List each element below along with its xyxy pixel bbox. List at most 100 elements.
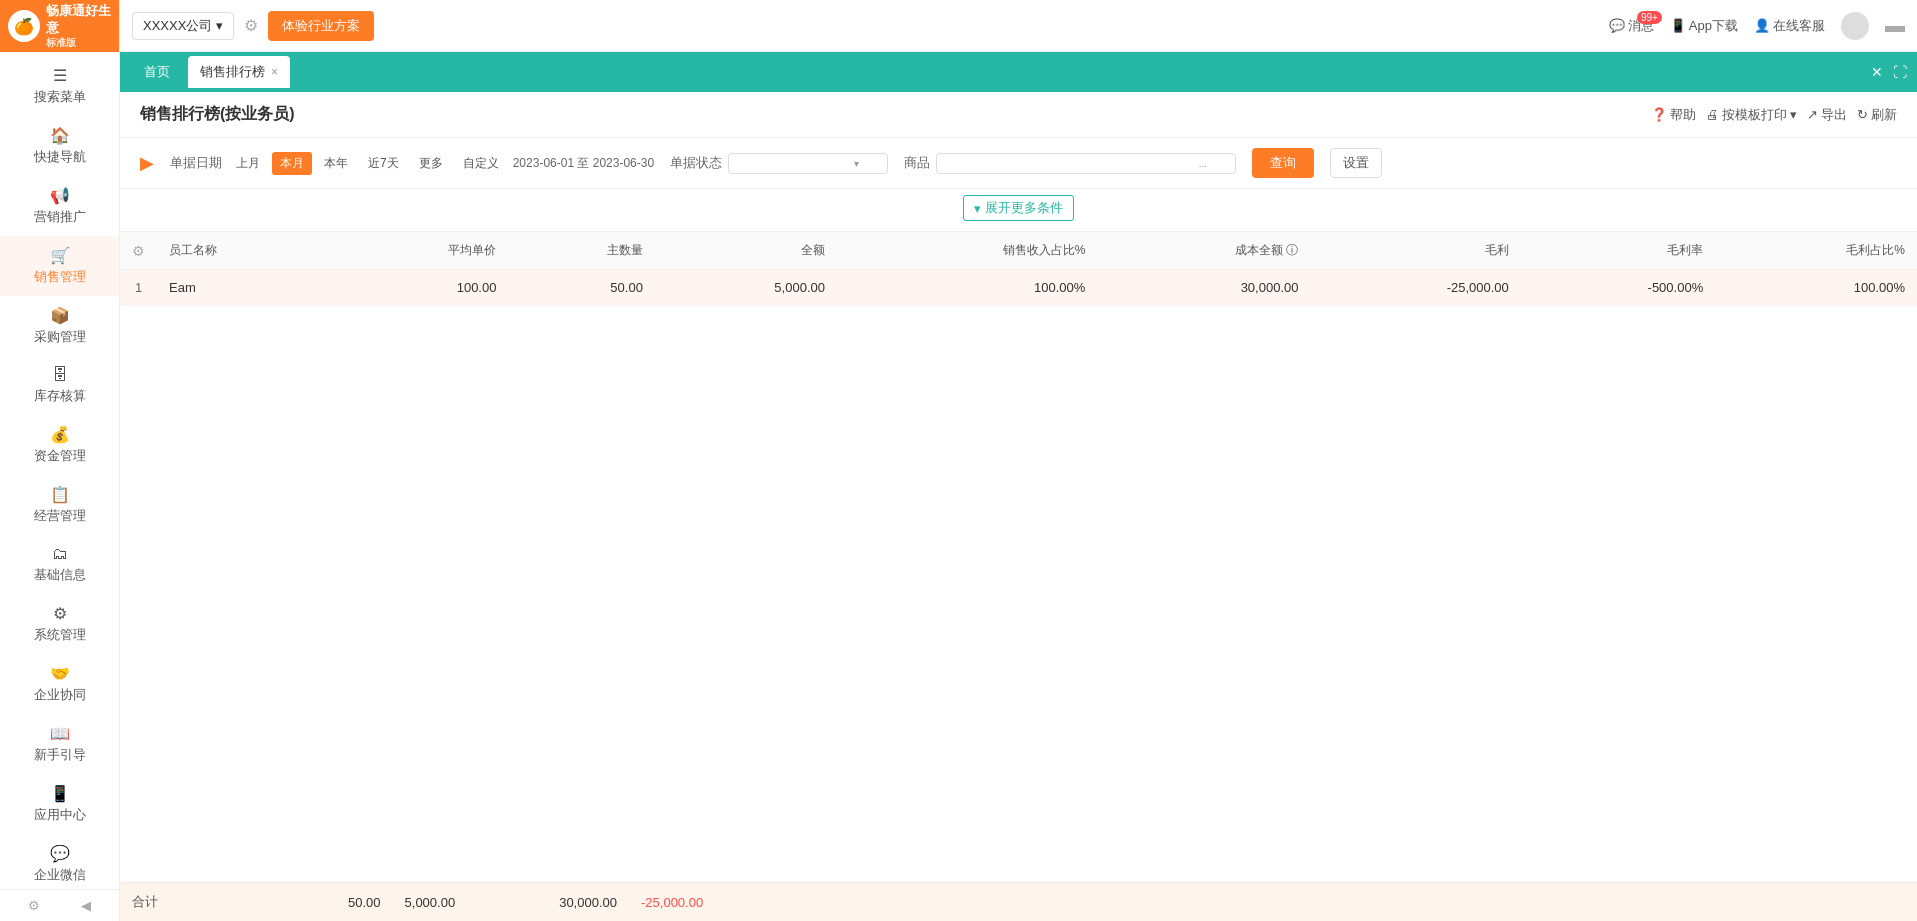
status-select[interactable]: ▾	[728, 153, 888, 174]
page-actions: ❓ 帮助 🖨 按模板打印 ▾ ↗ 导出 ↻ 刷新	[1651, 106, 1897, 136]
sidebar-item-wechat[interactable]: 💬 企业微信	[0, 834, 119, 889]
company-select[interactable]: XXXXX公司 ▾	[132, 12, 234, 40]
date-tab-custom[interactable]: 自定义	[455, 152, 507, 175]
sidebar-item-finance[interactable]: 💰 资金管理	[0, 415, 119, 475]
sidebar-item-label: 企业微信	[34, 866, 86, 884]
data-table: ⚙ 员工名称 平均单价 主数量 全额 销售收入占比% 成本全额 ⓘ 毛利 毛利率…	[120, 232, 1917, 306]
top-right: 💬 消息 99+ 📱 App下载 👤 在线客服 ▬	[1609, 12, 1905, 40]
settings-button[interactable]: 设置	[1330, 148, 1382, 178]
sidebar-item-enterprise[interactable]: 🤝 企业协同	[0, 654, 119, 714]
query-button[interactable]: 查询	[1252, 148, 1314, 178]
refresh-icon: ↻	[1857, 107, 1868, 122]
marketing-icon: 📢	[50, 186, 70, 205]
app-sub: 标准版	[46, 36, 111, 49]
finance-icon: 💰	[50, 425, 70, 444]
th-sales-ratio: 销售收入占比%	[837, 232, 1097, 270]
message-button[interactable]: 💬 消息 99+	[1609, 17, 1654, 35]
date-range-label: 2023-06-01 至 2023-06-30	[513, 155, 654, 172]
content-area: 销售排行榜(按业务员) ❓ 帮助 🖨 按模板打印 ▾ ↗ 导出 ↻ 刷新	[120, 92, 1917, 921]
refresh-button[interactable]: ↻ 刷新	[1857, 106, 1897, 124]
sidebar: 🍊 畅康通好生意 标准版 ☰ 搜索菜单 🏠 快捷导航 📢 营销推广 🛒 销售管理…	[0, 0, 120, 921]
expand-icon: ▾	[974, 201, 981, 216]
cell-rank: 1	[120, 270, 157, 306]
sales-icon: 🛒	[50, 246, 70, 265]
th-amount: 全额	[655, 232, 837, 270]
top-bar: XXXXX公司 ▾ ⚙ 体验行业方案 💬 消息 99+ 📱 App下载 👤 在线…	[120, 0, 1917, 52]
sidebar-collapse-icon[interactable]: ◀	[81, 898, 91, 913]
cell-profit-ratio: 100.00%	[1715, 270, 1917, 306]
tab-home[interactable]: 首页	[130, 52, 184, 92]
sidebar-item-inventory[interactable]: 🗄 库存核算	[0, 356, 119, 415]
sidebar-item-system[interactable]: ⚙ 系统管理	[0, 594, 119, 654]
enterprise-icon: 🤝	[50, 664, 70, 683]
service-icon: 👤	[1754, 18, 1770, 33]
guide-icon: 📖	[50, 724, 70, 743]
tab-label: 销售排行榜	[200, 63, 265, 81]
basic-icon: 🗂	[52, 545, 68, 563]
date-tab-this-month[interactable]: 本月	[272, 152, 312, 175]
date-tab-last-month[interactable]: 上月	[228, 152, 268, 175]
online-service-btn[interactable]: 👤 在线客服	[1754, 17, 1825, 35]
tab-sales-ranking[interactable]: 销售排行榜 ×	[188, 56, 290, 88]
close-window-icon[interactable]: ✕	[1871, 64, 1883, 80]
sidebar-item-operations[interactable]: 📋 经营管理	[0, 475, 119, 535]
sidebar-item-sales[interactable]: 🛒 销售管理	[0, 236, 119, 296]
cell-qty: 50.00	[508, 270, 654, 306]
status-filter-label: 单据状态	[670, 154, 722, 172]
avatar[interactable]	[1841, 12, 1869, 40]
sidebar-item-guide[interactable]: 📖 新手引导	[0, 714, 119, 774]
table-header-row: ⚙ 员工名称 平均单价 主数量 全额 销售收入占比% 成本全额 ⓘ 毛利 毛利率…	[120, 232, 1917, 270]
column-settings-icon[interactable]: ⚙	[132, 243, 145, 259]
sidebar-item-shortcut[interactable]: 🏠 快捷导航	[0, 116, 119, 176]
status-filter: 单据状态 ▾	[670, 153, 888, 174]
app-logo: 🍊 畅康通好生意 标准版	[0, 0, 119, 52]
company-name: XXXXX公司	[143, 17, 212, 35]
app-download-label: App下载	[1689, 17, 1738, 35]
maximize-icon[interactable]: ⛶	[1893, 64, 1907, 80]
filter-bar: ▶ 单据日期 上月 本月 本年 近7天 更多 自定义 2023-06-01 至 …	[120, 138, 1917, 189]
print-button[interactable]: 🖨 按模板打印 ▾	[1706, 106, 1797, 124]
goods-chevron-icon: ...	[1199, 158, 1207, 169]
sidebar-item-label: 搜索菜单	[34, 88, 86, 106]
table-container: ⚙ 员工名称 平均单价 主数量 全额 销售收入占比% 成本全额 ⓘ 毛利 毛利率…	[120, 232, 1917, 882]
date-tab-7days[interactable]: 近7天	[360, 152, 407, 175]
cell-profit: -25,000.00	[1310, 270, 1520, 306]
logo-icon: 🍊	[8, 10, 40, 42]
sidebar-item-label: 营销推广	[34, 208, 86, 226]
filter-expand-row: ▾ 展开更多条件	[120, 189, 1917, 232]
date-tab-this-year[interactable]: 本年	[316, 152, 356, 175]
sidebar-nav: ☰ 搜索菜单 🏠 快捷导航 📢 营销推广 🛒 销售管理 📦 采购管理 🗄 库存核…	[0, 52, 119, 889]
sidebar-item-search[interactable]: ☰ 搜索菜单	[0, 56, 119, 116]
sidebar-item-label: 资金管理	[34, 447, 86, 465]
tab-close-icon[interactable]: ×	[271, 65, 278, 79]
sidebar-item-basic[interactable]: 🗂 基础信息	[0, 535, 119, 594]
expand-conditions-button[interactable]: ▾ 展开更多条件	[963, 195, 1074, 221]
sidebar-item-label: 应用中心	[34, 806, 86, 824]
app-download-btn[interactable]: 📱 App下载	[1670, 17, 1738, 35]
sidebar-settings-icon[interactable]: ⚙	[28, 898, 40, 913]
th-profit: 毛利	[1310, 232, 1520, 270]
industry-btn[interactable]: 体验行业方案	[268, 11, 374, 41]
footer-cost: 30,000.00	[547, 895, 629, 910]
main-area: XXXXX公司 ▾ ⚙ 体验行业方案 💬 消息 99+ 📱 App下载 👤 在线…	[120, 0, 1917, 921]
cell-profit-rate: -500.00%	[1521, 270, 1715, 306]
sidebar-item-purchase[interactable]: 📦 采购管理	[0, 296, 119, 356]
footer-total-label: 合计	[132, 893, 312, 911]
page-title: 销售排行榜(按业务员)	[140, 104, 295, 137]
home-icon: 🏠	[50, 126, 70, 145]
date-tab-more[interactable]: 更多	[411, 152, 451, 175]
sidebar-item-apps[interactable]: 📱 应用中心	[0, 774, 119, 834]
apps-icon: 📱	[50, 784, 70, 803]
goods-filter-label: 商品	[904, 154, 930, 172]
cell-avg-price: 100.00	[333, 270, 509, 306]
sidebar-item-marketing[interactable]: 📢 营销推广	[0, 176, 119, 236]
goods-input[interactable]: ...	[936, 153, 1236, 174]
cell-sales-ratio: 100.00%	[837, 270, 1097, 306]
help-icon: ❓	[1651, 107, 1667, 122]
help-button[interactable]: ❓ 帮助	[1651, 106, 1696, 124]
print-chevron-icon: ▾	[1790, 107, 1797, 122]
settings-icon[interactable]: ⚙	[244, 16, 258, 35]
date-filter-label: 单据日期	[170, 154, 222, 172]
expand-arrow-icon[interactable]: ▶	[140, 152, 154, 174]
export-button[interactable]: ↗ 导出	[1807, 106, 1847, 124]
